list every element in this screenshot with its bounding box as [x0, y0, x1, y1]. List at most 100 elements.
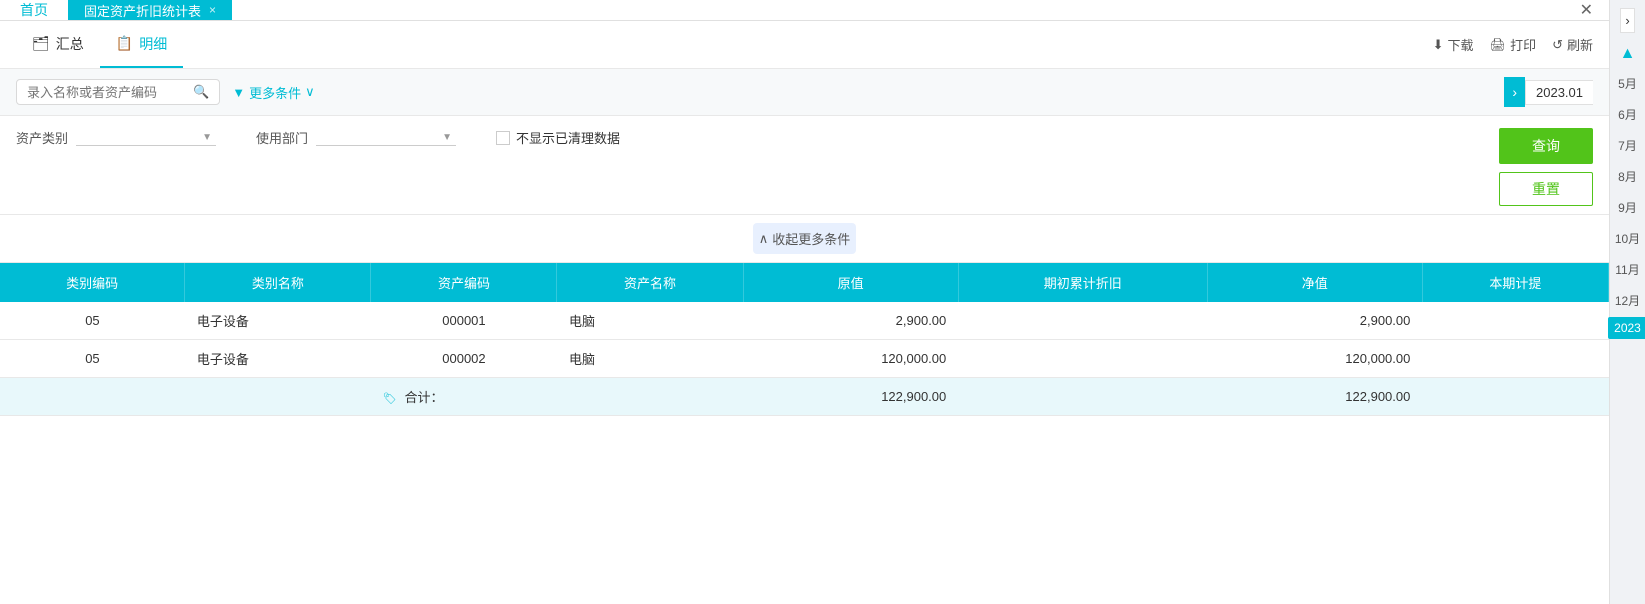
- sidebar-collapse-button[interactable]: ›: [1620, 8, 1634, 33]
- data-table: 类别编码 类别名称 资产编码 资产名称 原值 期初累计折旧 净值 本期计提 05…: [0, 263, 1609, 416]
- total-accum-depreciation: [958, 378, 1207, 416]
- table-total-row: 🏷 合计： 122,900.00 122,900.00: [0, 378, 1609, 416]
- filter-actions: 查询 重置: [1499, 128, 1593, 206]
- search-area: 🔍 ▼ 更多条件 ∨ › 2023.01: [0, 69, 1609, 116]
- toolbar-actions: ⬇ 下载 🖨 打印 ↺ 刷新: [1433, 35, 1593, 54]
- search-input-wrap: 🔍: [16, 79, 220, 105]
- window-close-button[interactable]: ✕: [1564, 0, 1609, 20]
- hide-cleared-group: 不显示已清理数据: [496, 128, 620, 147]
- date-nav-arrow[interactable]: ›: [1504, 77, 1525, 107]
- sidebar-year-2023[interactable]: 2023: [1608, 317, 1645, 339]
- department-filter-group: 使用部门 ▼: [256, 128, 456, 147]
- search-icon[interactable]: 🔍: [193, 84, 209, 100]
- row2-accum-depreciation: [958, 340, 1207, 378]
- department-filter-label: 使用部门: [256, 128, 308, 147]
- tab-detail[interactable]: 📋 明细: [100, 21, 183, 68]
- sidebar-month-11[interactable]: 11月: [1615, 255, 1639, 284]
- hide-cleared-checkbox[interactable]: [496, 131, 510, 145]
- sidebar-month-7[interactable]: 7月: [1618, 131, 1637, 160]
- category-filter-label: 资产类别: [16, 128, 68, 147]
- row2-category-code: 05: [0, 340, 185, 378]
- refresh-label: 刷新: [1567, 35, 1593, 54]
- row1-original-value: 2,900.00: [743, 302, 958, 340]
- query-button[interactable]: 查询: [1499, 128, 1593, 164]
- toolbar: 🗂 汇总 📋 明细 ⬇ 下载 🖨 打印 ↺ 刷新: [0, 21, 1609, 69]
- total-label: 🏷 合计：: [371, 378, 743, 416]
- sidebar-month-10[interactable]: 10月: [1615, 224, 1640, 253]
- sidebar-month-8[interactable]: 8月: [1618, 162, 1637, 191]
- table-header-row: 类别编码 类别名称 资产编码 资产名称 原值 期初累计折旧 净值 本期计提: [0, 263, 1609, 302]
- row2-current-period: [1422, 340, 1608, 378]
- collapse-conditions-label: 收起更多条件: [772, 229, 850, 248]
- row2-category-name: 电子设备: [185, 340, 371, 378]
- sidebar-scroll-up[interactable]: ▲: [1616, 41, 1640, 67]
- category-select[interactable]: ▼: [76, 130, 216, 146]
- home-tab[interactable]: 首页: [0, 0, 68, 20]
- download-label: 下载: [1448, 35, 1474, 54]
- col-header-accum-depreciation: 期初累计折旧: [958, 263, 1207, 302]
- reset-button[interactable]: 重置: [1499, 172, 1593, 206]
- chevron-down-icon: ∨: [305, 84, 315, 100]
- total-label-text: 合计：: [405, 390, 444, 405]
- sidebar-month-12[interactable]: 12月: [1615, 286, 1640, 315]
- row1-accum-depreciation: [958, 302, 1207, 340]
- row2-net-value: 120,000.00: [1207, 340, 1422, 378]
- total-empty2: [185, 378, 371, 416]
- row1-category-code: 05: [0, 302, 185, 340]
- row1-asset-name: 电脑: [557, 302, 743, 340]
- search-input[interactable]: [27, 85, 187, 100]
- detail-icon: 📋: [116, 35, 133, 52]
- table-row: 05 电子设备 000001 电脑 2,900.00 2,900.00: [0, 302, 1609, 340]
- more-conditions-button[interactable]: ▼ 更多条件 ∨: [232, 83, 314, 102]
- total-current-period: [1422, 378, 1608, 416]
- refresh-button[interactable]: ↺ 刷新: [1552, 35, 1593, 54]
- col-header-net-value: 净值: [1207, 263, 1422, 302]
- right-sidebar: › ▲ 5月 6月 7月 8月 9月 10月 11月 12月 2023: [1609, 0, 1645, 604]
- sidebar-month-5[interactable]: 5月: [1618, 69, 1637, 98]
- category-filter-group: 资产类别 ▼: [16, 128, 216, 147]
- department-select[interactable]: ▼: [316, 130, 456, 146]
- total-empty1: [0, 378, 185, 416]
- col-header-original-value: 原值: [743, 263, 958, 302]
- print-button[interactable]: 🖨 打印: [1490, 35, 1537, 54]
- print-icon: 🖨: [1490, 37, 1507, 53]
- more-conditions-label: 更多条件: [249, 83, 301, 102]
- category-dropdown-icon: ▼: [202, 132, 212, 143]
- col-header-category-code: 类别编码: [0, 263, 185, 302]
- sidebar-month-6[interactable]: 6月: [1618, 100, 1637, 129]
- row1-current-period: [1422, 302, 1608, 340]
- filter-area: 资产类别 ▼ 使用部门 ▼ 不显示已清理数据 查询 重置: [0, 116, 1609, 215]
- table-wrap: 类别编码 类别名称 资产编码 资产名称 原值 期初累计折旧 净值 本期计提 05…: [0, 263, 1609, 604]
- tab-summary-label: 汇总: [56, 34, 84, 54]
- row2-original-value: 120,000.00: [743, 340, 958, 378]
- download-button[interactable]: ⬇ 下载: [1433, 35, 1474, 54]
- hide-cleared-label: 不显示已清理数据: [516, 128, 620, 147]
- tab-detail-label: 明细: [139, 34, 167, 54]
- col-header-current-period: 本期计提: [1422, 263, 1608, 302]
- collapse-conditions-button[interactable]: ∧ 收起更多条件: [753, 223, 857, 254]
- total-original-value: 122,900.00: [743, 378, 958, 416]
- tab-summary[interactable]: 🗂 汇总: [16, 21, 100, 68]
- filter-icon: ▼: [232, 85, 245, 100]
- table-row: 05 电子设备 000002 电脑 120,000.00 120,000.00: [0, 340, 1609, 378]
- col-header-category-name: 类别名称: [185, 263, 371, 302]
- department-dropdown-icon: ▼: [442, 132, 452, 143]
- row1-net-value: 2,900.00: [1207, 302, 1422, 340]
- total-icon: 🏷: [383, 393, 397, 405]
- row1-asset-code: 000001: [371, 302, 557, 340]
- date-display: 2023.01: [1525, 80, 1593, 105]
- collapse-up-icon: ∧: [759, 231, 769, 247]
- refresh-icon: ↺: [1552, 37, 1563, 53]
- total-net-value: 122,900.00: [1207, 378, 1422, 416]
- col-header-asset-name: 资产名称: [557, 263, 743, 302]
- sidebar-month-9[interactable]: 9月: [1618, 193, 1637, 222]
- active-tab-label: 固定资产折旧统计表: [84, 1, 201, 20]
- row2-asset-code: 000002: [371, 340, 557, 378]
- col-header-asset-code: 资产编码: [371, 263, 557, 302]
- row1-category-name: 电子设备: [185, 302, 371, 340]
- summary-icon: 🗂: [32, 35, 50, 52]
- download-icon: ⬇: [1433, 37, 1444, 53]
- active-tab[interactable]: 固定资产折旧统计表 ×: [68, 0, 232, 20]
- print-label: 打印: [1510, 35, 1536, 54]
- tab-close-icon[interactable]: ×: [209, 3, 216, 17]
